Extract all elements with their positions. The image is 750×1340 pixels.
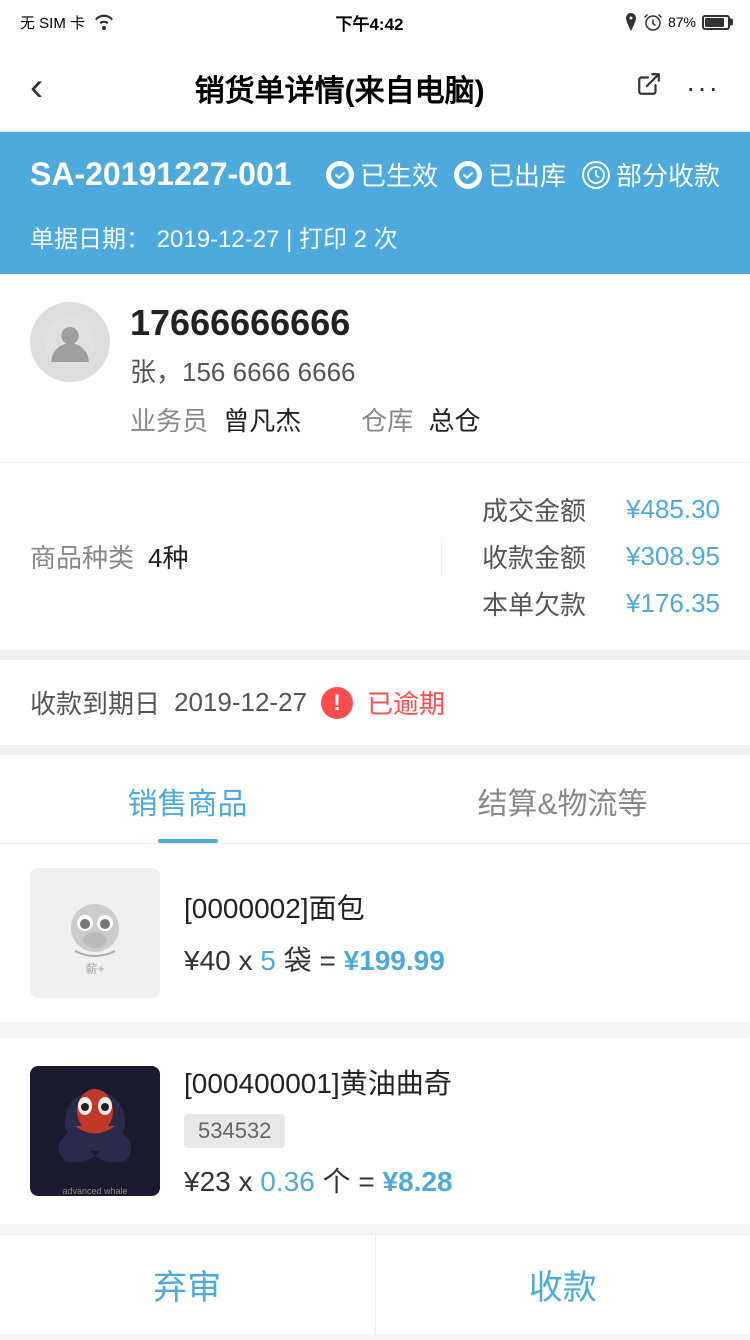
summary-right: 成交金额 ¥485.30 收款金额 ¥308.95 本单欠款 ¥176.35: [442, 491, 720, 622]
cancel-audit-button[interactable]: 弃审: [0, 1235, 376, 1334]
battery-percent: 87%: [668, 14, 696, 30]
product-sku-cookie: 534532: [184, 1114, 285, 1148]
page-title: 销货单详情(来自电脑): [195, 66, 485, 110]
carrier-label: 无 SIM 卡: [20, 12, 85, 33]
status-shipped-label: 已出库: [488, 156, 566, 193]
product-item: advanced whale [000400001]黄油曲奇 534532 ¥2…: [0, 1038, 750, 1224]
more-button[interactable]: ···: [686, 72, 720, 104]
salesman-value: 曾凡杰: [223, 406, 301, 436]
summary-section: 商品种类 4种 成交金额 ¥485.30 收款金额 ¥308.95 本单欠款 ¥…: [0, 463, 750, 660]
receive-payment-button[interactable]: 收款: [376, 1235, 750, 1334]
location-icon: [624, 13, 638, 31]
bottom-bar: 弃审 收款: [0, 1234, 750, 1334]
customer-avatar: [30, 302, 110, 382]
clock-icon: [582, 161, 610, 189]
svg-text:薪+: 薪+: [85, 962, 104, 976]
owed-amount-row: 本单欠款 ¥176.35: [482, 585, 720, 622]
deal-amount-row: 成交金额 ¥485.30: [482, 491, 720, 528]
wifi-icon: [93, 14, 115, 30]
product-thumb-cookie: advanced whale: [30, 1066, 160, 1196]
status-effective-label: 已生效: [360, 156, 438, 193]
svg-text:advanced whale: advanced whale: [62, 1186, 127, 1196]
warehouse-value: 总仓: [429, 406, 481, 436]
received-amount-row: 收款金额 ¥308.95: [482, 538, 720, 575]
nav-actions: ···: [636, 71, 720, 104]
overdue-badge: !: [321, 687, 353, 719]
alarm-icon: [644, 13, 662, 31]
status-shipped: 已出库: [454, 156, 566, 193]
customer-info: 17666666666 张，156 6666 6666 业务员 曾凡杰 仓库 总…: [130, 302, 720, 438]
status-left: 无 SIM 卡: [20, 12, 115, 33]
status-tags: 已生效 已出库 部分收款: [326, 156, 720, 193]
customer-section: 17666666666 张，156 6666 6666 业务员 曾凡杰 仓库 总…: [0, 274, 750, 463]
customer-meta: 业务员 曾凡杰 仓库 总仓: [130, 401, 720, 438]
order-header: SA-20191227-001 已生效 已出库: [0, 132, 750, 274]
product-thumb-bread: 薪+: [30, 868, 160, 998]
summary-left: 商品种类 4种: [30, 538, 442, 575]
status-partial: 部分收款: [582, 156, 720, 193]
salesman-meta: 业务员 曾凡杰: [130, 401, 301, 438]
tab-settlement-logistics[interactable]: 结算&物流等: [375, 755, 750, 843]
received-amount: ¥308.95: [626, 541, 720, 572]
product-item: 薪+ [0000002]面包 ¥40 x 5 袋 = ¥199.99: [0, 844, 750, 1022]
product-details-cookie: [000400001]黄油曲奇 534532 ¥23 x 0.36 个 = ¥8…: [184, 1062, 720, 1200]
product-name-cookie: [000400001]黄油曲奇: [184, 1062, 720, 1102]
status-partial-label: 部分收款: [616, 156, 720, 193]
tab-sales-products[interactable]: 销售商品: [0, 755, 375, 843]
overdue-section: 收款到期日 2019-12-27 ! 已逾期: [0, 660, 750, 755]
time-display: 下午4:42: [335, 10, 403, 35]
nav-bar: ‹ 销货单详情(来自电脑) ···: [0, 44, 750, 132]
back-button[interactable]: ‹: [30, 65, 43, 110]
status-effective: 已生效: [326, 156, 438, 193]
product-details-bread: [0000002]面包 ¥40 x 5 袋 = ¥199.99: [184, 887, 720, 979]
overdue-label: 已逾期: [367, 684, 445, 721]
product-price-cookie: ¥23 x 0.36 个 = ¥8.28: [184, 1160, 720, 1200]
customer-phone-display: 17666666666: [130, 302, 720, 344]
status-right: 87%: [624, 13, 730, 31]
customer-name-phone: 张，156 6666 6666: [130, 352, 720, 389]
warehouse-meta: 仓库 总仓: [361, 401, 480, 438]
owed-amount: ¥176.35: [626, 588, 720, 619]
battery-icon: [702, 15, 730, 30]
share-button[interactable]: [636, 71, 662, 104]
product-type-row: 商品种类 4种: [30, 538, 411, 575]
product-price-bread: ¥40 x 5 袋 = ¥199.99: [184, 939, 720, 979]
order-id: SA-20191227-001: [30, 156, 292, 193]
doc-date: 单据日期： 2019-12-27 | 打印 2 次: [30, 219, 720, 254]
tabs-bar: 销售商品 结算&物流等: [0, 755, 750, 844]
product-name-bread: [0000002]面包: [184, 887, 720, 927]
deal-amount: ¥485.30: [626, 494, 720, 525]
status-bar: 无 SIM 卡 下午4:42 87%: [0, 0, 750, 44]
